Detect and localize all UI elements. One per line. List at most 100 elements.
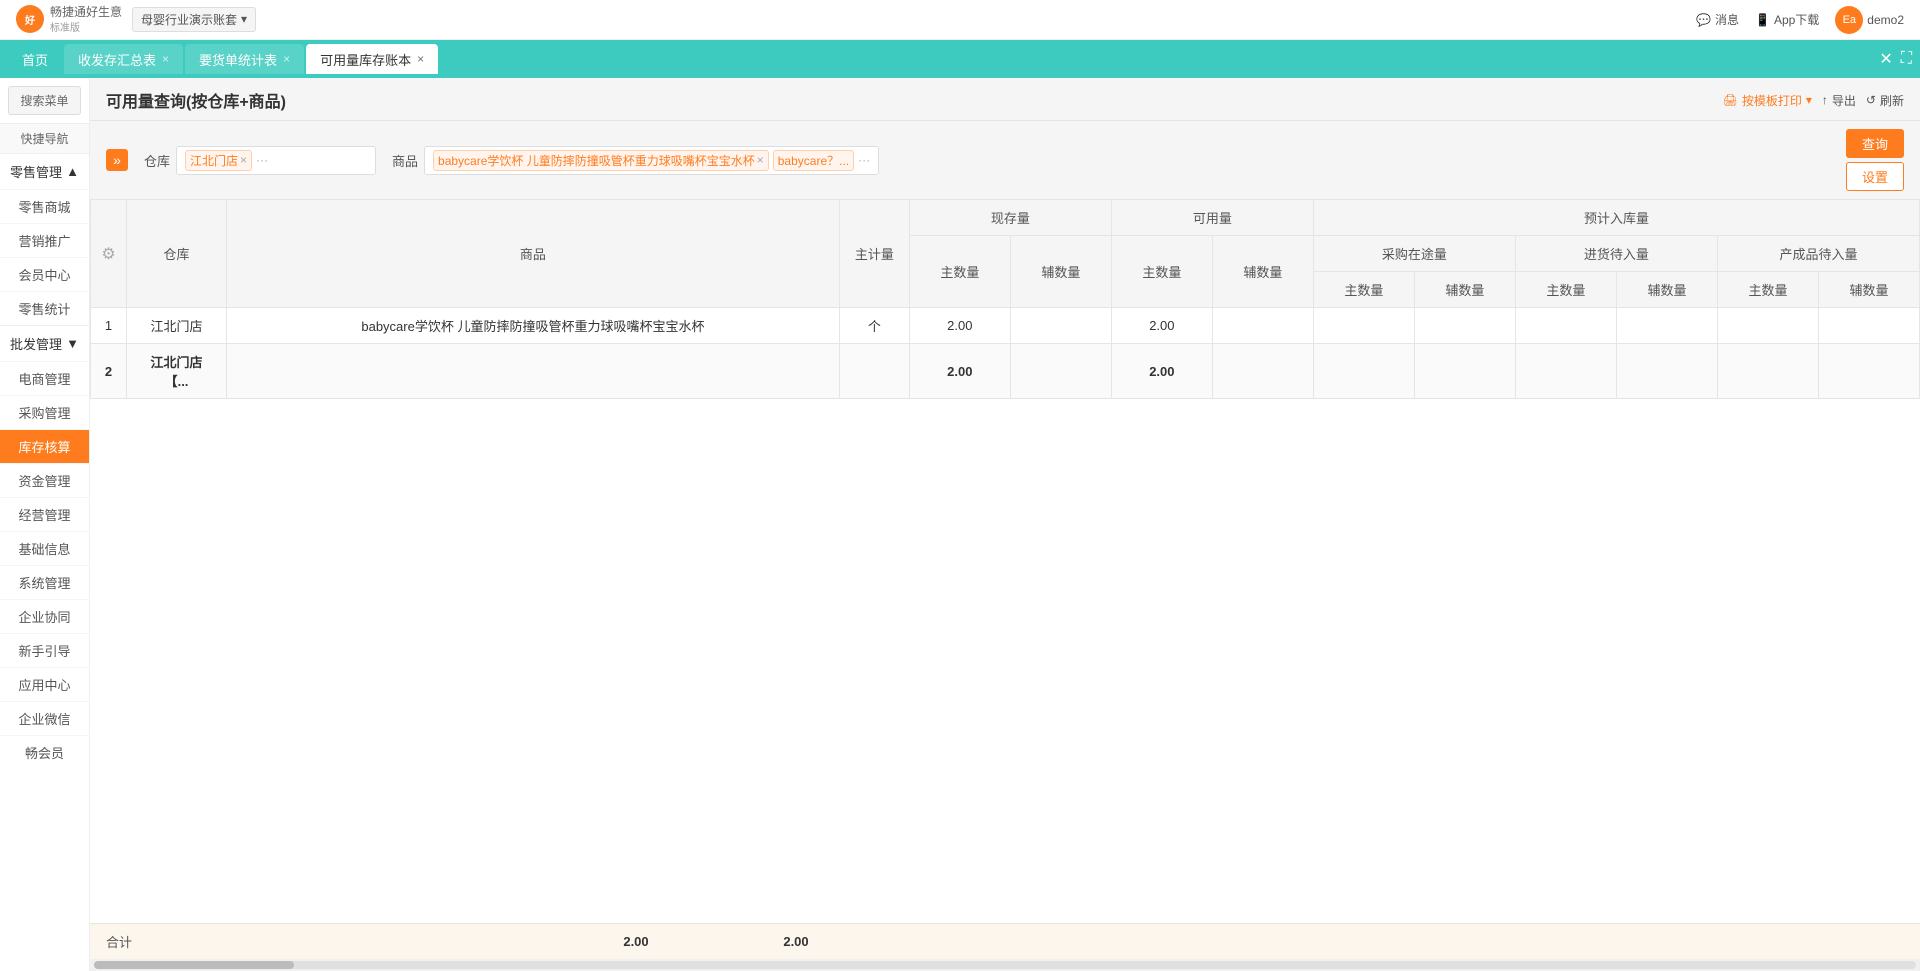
tab-available-stock-close[interactable]: × [417,52,424,66]
footer-bar: 合计 2.00 2.00 [90,923,1920,959]
sidebar-item-retail-stats[interactable]: 零售统计 [0,291,89,325]
export-btn[interactable]: ↑ 导出 [1822,92,1856,109]
data-table: ⚙ 仓库 商品 主计量 现存量 可用量 预计入库量 主数量 辅数量 主数量 辅数… [90,199,1920,399]
tab-receive-summary[interactable]: 收发存汇总表 × [64,44,183,74]
tab-order-stats-label: 要货单统计表 [199,50,277,69]
sidebar-item-newbie[interactable]: 新手引导 [0,633,89,667]
nav-tabs: 首页 收发存汇总表 × 要货单统计表 × 可用量库存账本 × ✕ ⛶ [0,40,1920,78]
sidebar-item-basic[interactable]: 基础信息 [0,531,89,565]
print-btn[interactable]: 🖨 按模板打印 ▾ [1723,92,1812,109]
sidebar-item-members[interactable]: 会员中心 [0,257,89,291]
cell-subtotal-purchase-onway-aux [1414,344,1515,399]
table-row: 1 江北门店 babycare学饮杯 儿童防摔防撞吸管杯重力球吸嘴杯宝宝水杯 个… [91,308,1920,344]
message-label: 消息 [1715,11,1739,28]
cell-subtotal-products-pending-aux [1818,344,1919,399]
total-current-main: 2.00 [596,934,676,949]
refresh-btn[interactable]: ↺ 刷新 [1866,92,1904,109]
product-more[interactable]: ··· [858,153,870,167]
tab-order-stats-close[interactable]: × [283,52,290,66]
sidebar-item-collab[interactable]: 企业协同 [0,599,89,633]
sidebar-item-app-center[interactable]: 应用中心 [0,667,89,701]
product-label: 商品 [392,151,418,170]
expand-btn[interactable]: ⛶ [1901,50,1912,68]
product-tag-2-text: babycare？... [778,152,849,169]
product-tag-1-remove[interactable]: × [757,153,764,167]
sidebar-item-system[interactable]: 系统管理 [0,565,89,599]
settings-btn[interactable]: 设置 [1846,162,1904,191]
tab-home-label: 首页 [22,50,48,69]
cell-subtotal-current-aux [1010,344,1111,399]
gear-icon[interactable]: ⚙ [101,244,116,264]
message-action[interactable]: 💬 消息 [1696,11,1739,28]
scroll-track [94,961,1916,969]
warehouse-filter: 仓库 江北门店 × ··· [144,146,376,175]
app-download-action[interactable]: 📱 App下载 [1755,11,1819,28]
tab-receive-summary-close[interactable]: × [162,52,169,66]
tab-home[interactable]: 首页 [8,44,62,74]
chevron-down-icon: ▾ [241,12,247,26]
th-products-pending-main: 主数量 [1717,272,1818,308]
sidebar-item-purchase[interactable]: 采购管理 [0,395,89,429]
chevron-icon: ▲ [66,164,79,179]
sidebar-group-wholesale-header[interactable]: 批发管理 ▼ [0,325,89,361]
footer-values: 2.00 2.00 [226,934,1904,949]
cell-inbound-pending-aux [1616,308,1717,344]
warehouse-tag-remove[interactable]: × [240,153,247,167]
warehouse-input[interactable]: 江北门店 × ··· [176,146,376,175]
th-settings: ⚙ [91,200,127,308]
product-tag-1: babycare学饮杯 儿童防摔防撞吸管杯重力球吸嘴杯宝宝水杯 × [433,150,769,171]
filter-toggle-btn[interactable]: » [106,149,128,171]
product-tag-1-text: babycare学饮杯 儿童防摔防撞吸管杯重力球吸嘴杯宝宝水杯 [438,152,755,169]
query-btn[interactable]: 查询 [1846,129,1904,158]
cell-products-pending-aux [1818,308,1919,344]
refresh-label: 刷新 [1880,92,1904,109]
product-tag-2: babycare？... [773,150,854,171]
sidebar-item-wechat[interactable]: 企业微信 [0,701,89,735]
th-available-main-qty: 主数量 [1111,236,1212,308]
sidebar-item-retail-store[interactable]: 零售商城 [0,189,89,223]
cell-products-pending-main [1717,308,1818,344]
scroll-bar[interactable] [90,959,1920,971]
sidebar-search-area: 搜索菜单 [0,78,89,123]
print-icon: 🖨 [1723,93,1738,107]
industry-selector[interactable]: 母婴行业演示账套 ▾ [132,7,256,32]
user-area[interactable]: Ea demo2 [1835,6,1904,34]
cell-seq: 1 [91,308,127,344]
tab-available-stock-label: 可用量库存账本 [320,50,411,69]
th-current-main-qty: 主数量 [909,236,1010,308]
search-menu-btn[interactable]: 搜索菜单 [8,86,81,115]
tab-available-stock[interactable]: 可用量库存账本 × [306,44,438,74]
cell-subtotal-inbound-pending-aux [1616,344,1717,399]
cell-product: babycare学饮杯 儿童防摔防撞吸管杯重力球吸嘴杯宝宝水杯 [227,308,840,344]
cell-available-main: 2.00 [1111,308,1212,344]
content-area: 可用量查询(按仓库+商品) 🖨 按模板打印 ▾ ↑ 导出 ↺ 刷新 » [90,78,1920,971]
th-warehouse: 仓库 [127,200,227,308]
th-planned-inbound-group: 预计入库量 [1313,200,1919,236]
cell-subtotal-product [227,344,840,399]
cell-current-main: 2.00 [909,308,1010,344]
top-bar-left: 好 畅捷通好生意 标准版 母婴行业演示账套 ▾ [16,5,256,34]
sidebar-item-ecommerce[interactable]: 电商管理 [0,361,89,395]
cell-inbound-pending-main [1515,308,1616,344]
refresh-icon: ↺ [1866,93,1876,107]
close-window-btn[interactable]: ✕ [1879,49,1892,69]
sidebar-group-retail-header[interactable]: 零售管理 ▲ [0,153,89,189]
warehouse-more[interactable]: ··· [256,153,268,167]
sidebar-item-member[interactable]: 畅会员 [0,735,89,769]
quick-nav-btn[interactable]: 快捷导航 [0,123,89,153]
sidebar-item-marketing[interactable]: 营销推广 [0,223,89,257]
industry-name: 母婴行业演示账套 [141,11,237,28]
scroll-thumb[interactable] [94,961,294,969]
sidebar-item-finance[interactable]: 资金管理 [0,463,89,497]
cell-main-unit: 个 [839,308,909,344]
sidebar-item-operations[interactable]: 经营管理 [0,497,89,531]
chevron-down-icon: ▼ [66,336,79,351]
th-main-unit: 主计量 [839,200,909,308]
export-icon: ↑ [1822,93,1828,107]
th-purchase-onway-aux: 辅数量 [1414,272,1515,308]
sidebar-item-inventory[interactable]: 库存核算 [0,429,89,463]
tab-order-stats[interactable]: 要货单统计表 × [185,44,304,74]
warehouse-label: 仓库 [144,151,170,170]
product-input[interactable]: babycare学饮杯 儿童防摔防撞吸管杯重力球吸嘴杯宝宝水杯 × babyca… [424,146,879,175]
top-bar: 好 畅捷通好生意 标准版 母婴行业演示账套 ▾ 💬 消息 📱 App下载 Ea … [0,0,1920,40]
